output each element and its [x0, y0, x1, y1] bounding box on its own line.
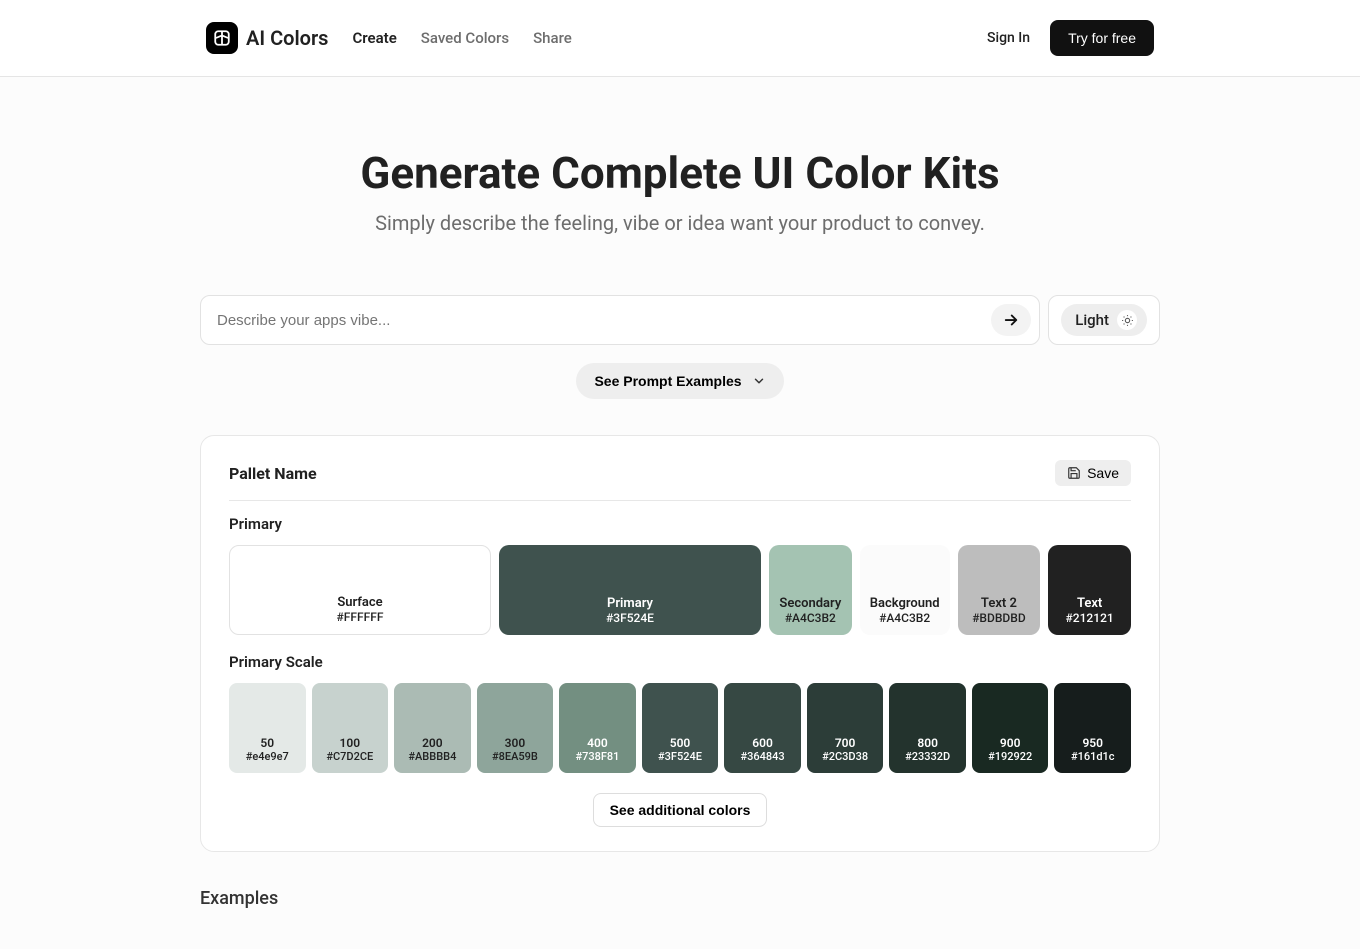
theme-toggle[interactable]: Light: [1061, 304, 1147, 336]
swatch-background[interactable]: Background#A4C3B2: [860, 545, 950, 635]
swatch-label: Text 2: [981, 596, 1017, 611]
scale-swatch-50[interactable]: 50#e4e9e7: [229, 683, 306, 773]
swatch-hex: #FFFFFF: [337, 610, 384, 624]
header-right: Sign In Try for free: [987, 20, 1154, 56]
swatch-hex: #A4C3B2: [785, 611, 836, 625]
scale-step: 50: [260, 736, 274, 750]
logo-text: AI Colors: [246, 26, 328, 50]
scale-hex: #8EA59B: [492, 750, 538, 763]
scale-swatch-300[interactable]: 300#8EA59B: [477, 683, 554, 773]
swatch-hex: #212121: [1066, 611, 1114, 625]
nav-item-create[interactable]: Create: [352, 29, 396, 47]
scale-swatch-800[interactable]: 800#23332D: [889, 683, 966, 773]
nav-item-share[interactable]: Share: [533, 29, 572, 47]
palette-card: Pallet Name Save Primary Surface#FFFFFFP…: [200, 435, 1160, 852]
try-free-button[interactable]: Try for free: [1050, 20, 1154, 56]
swatch-text[interactable]: Text#212121: [1048, 545, 1131, 635]
scale-step: 950: [1082, 736, 1103, 750]
scale-step: 400: [587, 736, 608, 750]
save-button[interactable]: Save: [1055, 460, 1131, 486]
swatch-primary[interactable]: Primary#3F524E: [499, 545, 761, 635]
logo[interactable]: AI Colors: [206, 22, 328, 54]
primary-row: Surface#FFFFFFPrimary#3F524ESecondary#A4…: [229, 545, 1131, 635]
scale-hex: #2C3D38: [822, 750, 868, 763]
main: Generate Complete UI Color Kits Simply d…: [200, 77, 1160, 949]
scale-step: 800: [917, 736, 938, 750]
chevron-down-icon: [752, 374, 766, 388]
scale-swatch-950[interactable]: 950#161d1c: [1054, 683, 1131, 773]
see-prompt-examples-button[interactable]: See Prompt Examples: [576, 363, 783, 399]
primary-section-label: Primary: [229, 515, 1131, 533]
scale-swatch-500[interactable]: 500#3F524E: [642, 683, 719, 773]
prompt-row: Light: [200, 295, 1160, 345]
swatch-label: Background: [870, 596, 940, 611]
submit-button[interactable]: [991, 304, 1031, 336]
save-icon: [1067, 466, 1081, 480]
scale-hex: #23332D: [905, 750, 950, 763]
scale-swatch-700[interactable]: 700#2C3D38: [807, 683, 884, 773]
scale-step: 300: [505, 736, 526, 750]
examples-section-title: Examples: [200, 888, 1160, 909]
scale-swatch-400[interactable]: 400#738F81: [559, 683, 636, 773]
swatch-surface[interactable]: Surface#FFFFFF: [229, 545, 491, 635]
see-additional-colors-button[interactable]: See additional colors: [593, 793, 768, 827]
swatch-label: Secondary: [779, 596, 841, 611]
hero: Generate Complete UI Color Kits Simply d…: [200, 147, 1160, 235]
prompt-input[interactable]: [217, 312, 991, 329]
examples-btn-label: See Prompt Examples: [594, 373, 741, 389]
header: AI Colors Create Saved Colors Share Sign I…: [0, 0, 1360, 77]
scale-hex: #161d1c: [1071, 750, 1115, 763]
hero-title: Generate Complete UI Color Kits: [200, 147, 1160, 199]
theme-label: Light: [1075, 311, 1109, 329]
scale-swatch-600[interactable]: 600#364843: [724, 683, 801, 773]
scale-section-label: Primary Scale: [229, 653, 1131, 671]
nav: Create Saved Colors Share: [352, 29, 571, 47]
swatch-hex: #3F524E: [606, 611, 654, 625]
save-label: Save: [1087, 465, 1119, 481]
scale-hex: #364843: [740, 750, 784, 763]
prompt-box: [200, 295, 1040, 345]
scale-hex: #ABBBB4: [408, 750, 456, 763]
scale-step: 200: [422, 736, 443, 750]
scale-step: 700: [835, 736, 856, 750]
scale-swatch-200[interactable]: 200#ABBBB4: [394, 683, 471, 773]
nav-item-saved-colors[interactable]: Saved Colors: [421, 29, 509, 47]
scale-hex: #738F81: [575, 750, 619, 763]
scale-swatch-100[interactable]: 100#C7D2CE: [312, 683, 389, 773]
pallet-name-label[interactable]: Pallet Name: [229, 464, 317, 483]
swatch-label: Surface: [337, 595, 382, 610]
scale-step: 900: [1000, 736, 1021, 750]
scale-hex: #192922: [988, 750, 1032, 763]
card-head: Pallet Name Save: [229, 460, 1131, 501]
swatch-label: Primary: [607, 596, 653, 611]
swatch-label: Text: [1077, 596, 1102, 611]
hero-subtitle: Simply describe the feeling, vibe or ide…: [200, 211, 1160, 235]
examples-row: See Prompt Examples: [200, 363, 1160, 399]
scale-hex: #e4e9e7: [246, 750, 289, 763]
scale-hex: #3F524E: [658, 750, 702, 763]
logo-icon: [206, 22, 238, 54]
scale-step: 100: [340, 736, 361, 750]
theme-box: Light: [1048, 295, 1160, 345]
swatch-hex: #BDBDBD: [972, 611, 1025, 625]
scale-hex: #C7D2CE: [326, 750, 373, 763]
swatch-text2[interactable]: Text 2#BDBDBD: [958, 545, 1041, 635]
scale-row: 50#e4e9e7100#C7D2CE200#ABBBB4300#8EA59B4…: [229, 683, 1131, 773]
more-row: See additional colors: [229, 793, 1131, 827]
scale-step: 600: [752, 736, 773, 750]
swatch-secondary[interactable]: Secondary#A4C3B2: [769, 545, 852, 635]
header-left: AI Colors Create Saved Colors Share: [206, 22, 572, 54]
sun-icon: [1117, 310, 1137, 330]
scale-swatch-900[interactable]: 900#192922: [972, 683, 1049, 773]
arrow-right-icon: [1002, 311, 1020, 329]
scale-step: 500: [670, 736, 691, 750]
swatch-hex: #A4C3B2: [879, 611, 930, 625]
sign-in-link[interactable]: Sign In: [987, 30, 1030, 46]
